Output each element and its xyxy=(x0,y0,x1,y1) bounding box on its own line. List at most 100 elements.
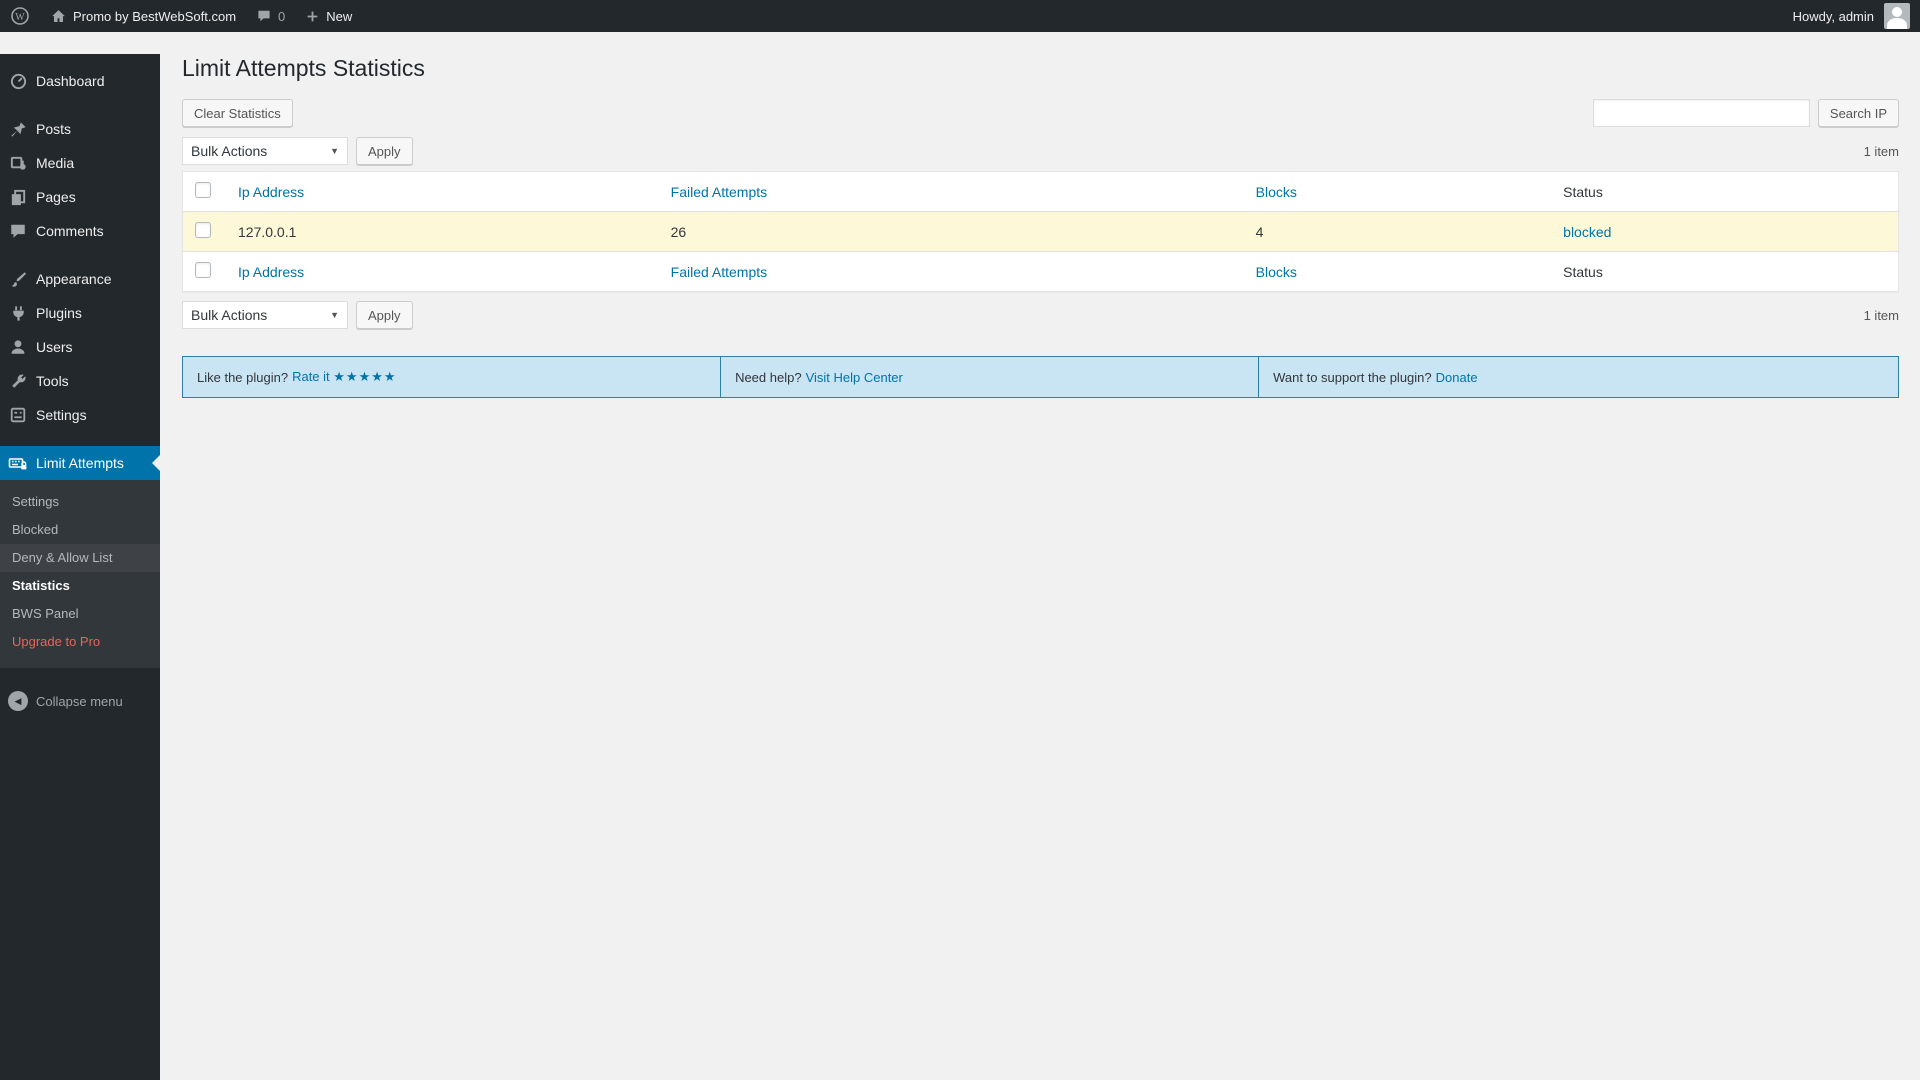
apply-button[interactable]: Apply xyxy=(356,137,413,165)
limit-attempts-submenu: Settings Blocked Deny & Allow List Stati… xyxy=(0,480,160,668)
sidebar-item-dashboard[interactable]: Dashboard xyxy=(0,64,160,98)
sidebar-item-label: Appearance xyxy=(36,271,112,287)
sort-blocks-link[interactable]: Blocks xyxy=(1256,184,1297,200)
sidebar-item-label: Settings xyxy=(36,407,87,423)
promo-help-text: Need help? xyxy=(735,370,802,385)
settings-icon xyxy=(8,405,28,425)
admin-menu: Dashboard Posts Media Pages xyxy=(0,54,160,718)
item-count-bottom: 1 item xyxy=(1864,308,1899,323)
apply-button-bottom[interactable]: Apply xyxy=(356,301,413,329)
submenu-item-label: Deny & Allow List xyxy=(12,550,112,565)
rate-it-link[interactable]: Rate it ★★★★★ xyxy=(292,369,396,385)
sort-blocks-link-bottom[interactable]: Blocks xyxy=(1256,264,1297,280)
wrench-icon xyxy=(8,371,28,391)
wordpress-logo-menu[interactable]: W xyxy=(0,0,40,32)
plug-icon xyxy=(8,303,28,323)
submenu-item-deny-allow-list[interactable]: Deny & Allow List xyxy=(0,544,160,572)
limit-attempts-icon xyxy=(8,453,28,473)
tablenav-top: Bulk Actions ▼ Apply 1 item xyxy=(182,137,1899,165)
donate-link[interactable]: Donate xyxy=(1436,370,1478,385)
sidebar-item-users[interactable]: Users xyxy=(0,330,160,364)
my-account-menu[interactable]: Howdy, admin xyxy=(1783,0,1920,32)
sidebar-item-tools[interactable]: Tools xyxy=(0,364,160,398)
sidebar-item-label: Posts xyxy=(36,121,71,137)
sidebar-item-label: Media xyxy=(36,155,74,171)
promo-donate-text: Want to support the plugin? xyxy=(1273,370,1432,385)
new-label: New xyxy=(326,9,352,24)
page-title: Limit Attempts Statistics xyxy=(182,54,1899,83)
table-footer-row: Ip Address Failed Attempts Blocks Status xyxy=(183,252,1899,292)
table-footer: Ip Address Failed Attempts Blocks Status xyxy=(183,252,1899,292)
rate-it-label: Rate it xyxy=(292,369,330,384)
cell-ip-address: 127.0.0.1 xyxy=(228,212,661,252)
submenu-item-label: Settings xyxy=(12,494,59,509)
pushpin-icon xyxy=(8,119,28,139)
column-header-failed-attempts: Failed Attempts xyxy=(661,172,1246,212)
submenu-item-label: Upgrade to Pro xyxy=(12,634,100,649)
submenu-item-label: Statistics xyxy=(12,578,70,593)
bulk-actions-select-bottom[interactable]: Bulk Actions xyxy=(182,301,348,329)
sidebar-item-label: Tools xyxy=(36,373,69,389)
footer-checkbox-cell xyxy=(183,252,229,292)
sidebar-item-label: Dashboard xyxy=(36,73,105,89)
visit-help-center-link[interactable]: Visit Help Center xyxy=(806,370,903,385)
plus-icon xyxy=(305,9,320,24)
submenu-item-settings[interactable]: Settings xyxy=(0,488,160,516)
comments-menu[interactable]: 0 xyxy=(246,0,295,32)
bulk-actions-select-wrap-bottom: Bulk Actions ▼ xyxy=(182,301,348,329)
sidebar-item-comments[interactable]: Comments xyxy=(0,214,160,248)
comments-count: 0 xyxy=(278,9,285,24)
row-checkbox[interactable] xyxy=(195,222,211,238)
bulk-actions-group-top: Bulk Actions ▼ Apply xyxy=(182,137,413,165)
sort-ip-address-link-bottom[interactable]: Ip Address xyxy=(238,264,304,280)
site-name-link[interactable]: Promo by BestWebSoft.com xyxy=(40,0,246,32)
sidebar-item-label: Plugins xyxy=(36,305,82,321)
select-all-checkbox-bottom[interactable] xyxy=(195,262,211,278)
sort-ip-address-link[interactable]: Ip Address xyxy=(238,184,304,200)
footer-header-status: Status xyxy=(1553,252,1898,292)
sidebar-item-limit-attempts[interactable]: Limit Attempts xyxy=(0,446,160,480)
sidebar-item-label: Limit Attempts xyxy=(36,455,124,471)
header-checkbox-cell xyxy=(183,172,229,212)
comment-bubble-icon xyxy=(256,8,272,24)
footer-header-failed-attempts: Failed Attempts xyxy=(661,252,1246,292)
select-all-checkbox[interactable] xyxy=(195,182,211,198)
sidebar-item-media[interactable]: Media xyxy=(0,146,160,180)
clear-statistics-button[interactable]: Clear Statistics xyxy=(182,99,293,127)
sidebar-item-label: Comments xyxy=(36,223,104,239)
submenu-item-blocked[interactable]: Blocked xyxy=(0,516,160,544)
collapse-menu-label: Collapse menu xyxy=(36,694,123,709)
submenu-item-upgrade-to-pro[interactable]: Upgrade to Pro xyxy=(0,628,160,656)
bulk-actions-select[interactable]: Bulk Actions xyxy=(182,137,348,165)
column-header-ip-address: Ip Address xyxy=(228,172,661,212)
collapse-menu-button[interactable]: ◀ Collapse menu xyxy=(0,684,160,718)
sort-failed-attempts-link-bottom[interactable]: Failed Attempts xyxy=(671,264,768,280)
collapse-arrow-icon: ◀ xyxy=(8,691,28,711)
media-icon xyxy=(8,153,28,173)
sidebar-item-plugins[interactable]: Plugins xyxy=(0,296,160,330)
column-header-blocks: Blocks xyxy=(1246,172,1554,212)
main-content: Limit Attempts Statistics Clear Statisti… xyxy=(160,54,1920,1080)
footer-header-ip-address: Ip Address xyxy=(228,252,661,292)
submenu-item-statistics[interactable]: Statistics xyxy=(0,572,160,600)
sidebar-item-pages[interactable]: Pages xyxy=(0,180,160,214)
table-header-row: Ip Address Failed Attempts Blocks Status xyxy=(183,172,1899,212)
cell-status: blocked xyxy=(1553,212,1898,252)
promo-rate-text: Like the plugin? xyxy=(197,370,288,385)
submenu-item-bws-panel[interactable]: BWS Panel xyxy=(0,600,160,628)
new-content-menu[interactable]: New xyxy=(295,0,362,32)
sort-failed-attempts-link[interactable]: Failed Attempts xyxy=(671,184,768,200)
sidebar-item-posts[interactable]: Posts xyxy=(0,112,160,146)
table-body: 127.0.0.1 26 4 blocked xyxy=(183,212,1899,252)
search-ip-input[interactable] xyxy=(1593,99,1810,127)
cell-failed-attempts: 26 xyxy=(661,212,1246,252)
five-stars-icon: ★★★★★ xyxy=(333,369,396,384)
admin-bar-right: Howdy, admin xyxy=(1783,0,1920,32)
status-blocked-link[interactable]: blocked xyxy=(1563,224,1611,240)
row-checkbox-cell xyxy=(183,212,229,252)
admin-sidebar: Dashboard Posts Media Pages xyxy=(0,54,160,1080)
search-ip-button[interactable]: Search IP xyxy=(1818,99,1899,127)
submenu-item-label: Blocked xyxy=(12,522,58,537)
sidebar-item-appearance[interactable]: Appearance xyxy=(0,262,160,296)
sidebar-item-settings[interactable]: Settings xyxy=(0,398,160,432)
